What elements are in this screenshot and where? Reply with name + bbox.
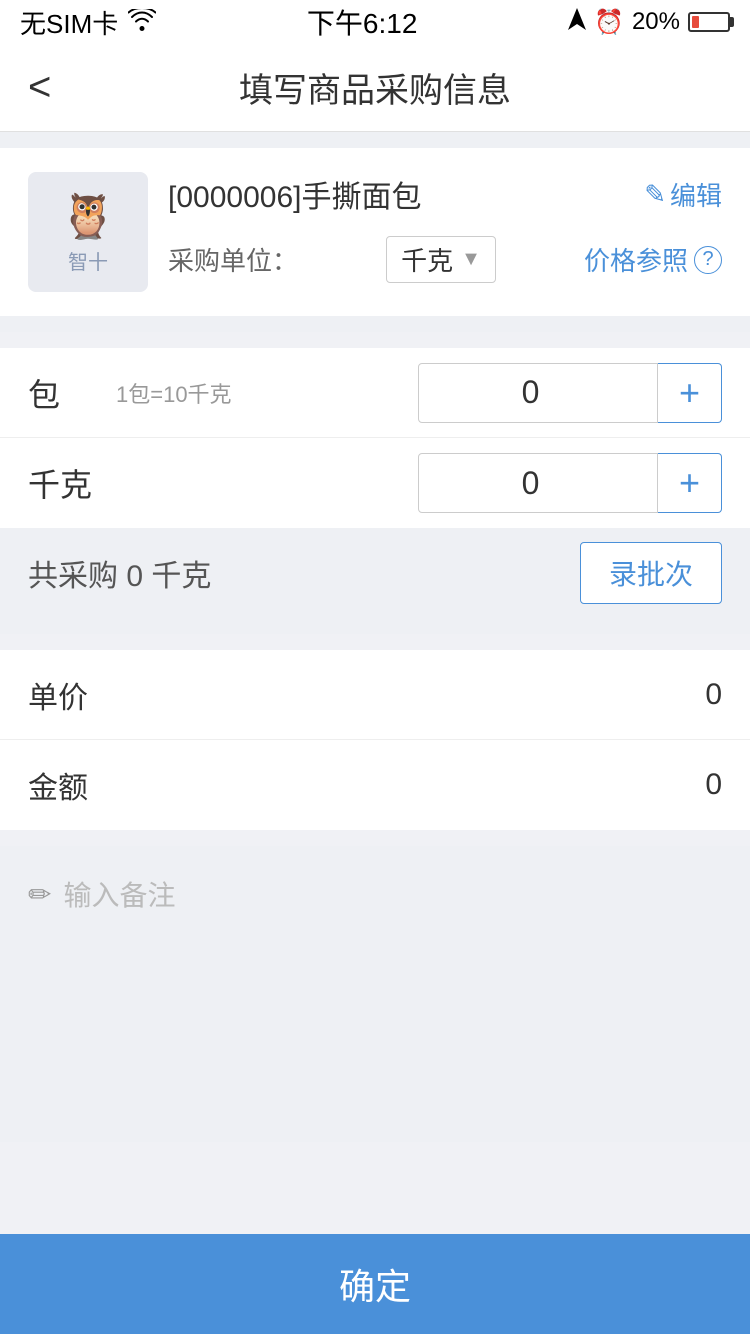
- pack-row: 包 1包=10千克 +: [0, 348, 750, 438]
- price-ref-label: 价格参照: [584, 241, 688, 278]
- unit-select[interactable]: 千克 ▼: [386, 236, 496, 283]
- dropdown-arrow-icon: ▼: [461, 248, 481, 271]
- kg-label: 千克: [28, 460, 108, 506]
- unit-price-label: 单价: [28, 673, 88, 717]
- location-icon: [568, 8, 586, 37]
- unit-value: 千克: [401, 241, 453, 278]
- product-unit-row: 采购单位： 千克 ▼ 价格参照 ?: [168, 236, 722, 283]
- status-right: ⏰ 20%: [568, 8, 730, 37]
- unit-price-row: 单价 0: [0, 650, 750, 740]
- confirm-label: 确定: [339, 1258, 411, 1310]
- pack-input-box: +: [418, 363, 722, 423]
- product-full-name: [0000006]手撕面包: [168, 172, 421, 216]
- note-section[interactable]: ✏ 输入备注: [0, 846, 750, 942]
- owl-icon: 🦉: [61, 190, 116, 242]
- product-card: 🦉 智十 [0000006]手撕面包 ✎ 编辑 采购单位： 千克 ▼ 价格参照 …: [0, 148, 750, 316]
- divider-product: [0, 316, 750, 332]
- wifi-icon: [128, 7, 156, 38]
- nav-bar: < 填写商品采购信息: [0, 44, 750, 132]
- kg-input-box: +: [418, 453, 722, 513]
- kg-plus-button[interactable]: +: [658, 453, 722, 513]
- price-ref-button[interactable]: 价格参照 ?: [584, 241, 722, 278]
- summary-section: 共采购 0 千克 录批次: [0, 528, 750, 618]
- divider-summary: [0, 618, 750, 634]
- divider-top: [0, 132, 750, 148]
- battery-icon: [688, 12, 730, 32]
- product-info: [0000006]手撕面包 ✎ 编辑 采购单位： 千克 ▼ 价格参照 ?: [168, 172, 722, 283]
- kg-input[interactable]: [418, 453, 658, 513]
- confirm-button[interactable]: 确定: [0, 1234, 750, 1334]
- pack-input[interactable]: [418, 363, 658, 423]
- pack-label: 包: [28, 370, 108, 416]
- page-title: 填写商品采购信息: [239, 63, 511, 112]
- price-section: 单价 0 金额 0: [0, 650, 750, 830]
- note-placeholder: 输入备注: [63, 874, 175, 914]
- unit-label: 采购单位：: [168, 241, 298, 278]
- amount-label: 金额: [28, 763, 88, 807]
- amount-value: 0: [705, 768, 722, 802]
- edit-button[interactable]: ✎ 编辑: [644, 176, 722, 213]
- pack-plus-button[interactable]: +: [658, 363, 722, 423]
- pack-sub: 1包=10千克: [116, 377, 418, 409]
- kg-row: 千克 +: [0, 438, 750, 528]
- unit-price-value: 0: [705, 678, 722, 712]
- amount-row: 金额 0: [0, 740, 750, 830]
- content-spacer: [0, 942, 750, 1142]
- status-time: 下午6:12: [307, 2, 418, 42]
- summary-row: 共采购 0 千克 录批次: [0, 528, 750, 618]
- quantity-section: 包 1包=10千克 + 千克 +: [0, 348, 750, 528]
- batch-button[interactable]: 录批次: [580, 542, 722, 604]
- pencil-icon: ✏: [28, 878, 51, 911]
- battery-percent: 20%: [632, 8, 680, 36]
- product-thumbnail: 🦉 智十: [28, 172, 148, 292]
- alarm-icon: ⏰: [594, 8, 624, 37]
- product-name-row: [0000006]手撕面包 ✎ 编辑: [168, 172, 722, 216]
- status-left: 无SIM卡: [20, 4, 156, 41]
- carrier-label: 无SIM卡: [20, 4, 118, 41]
- edit-label: 编辑: [670, 176, 722, 213]
- back-button[interactable]: <: [28, 65, 51, 110]
- summary-text: 共采购 0 千克: [28, 551, 211, 595]
- info-icon: ?: [694, 246, 722, 274]
- status-bar: 无SIM卡 下午6:12 ⏰ 20%: [0, 0, 750, 44]
- edit-icon: ✎: [644, 179, 666, 210]
- thumb-sub-text: 智十: [68, 246, 108, 275]
